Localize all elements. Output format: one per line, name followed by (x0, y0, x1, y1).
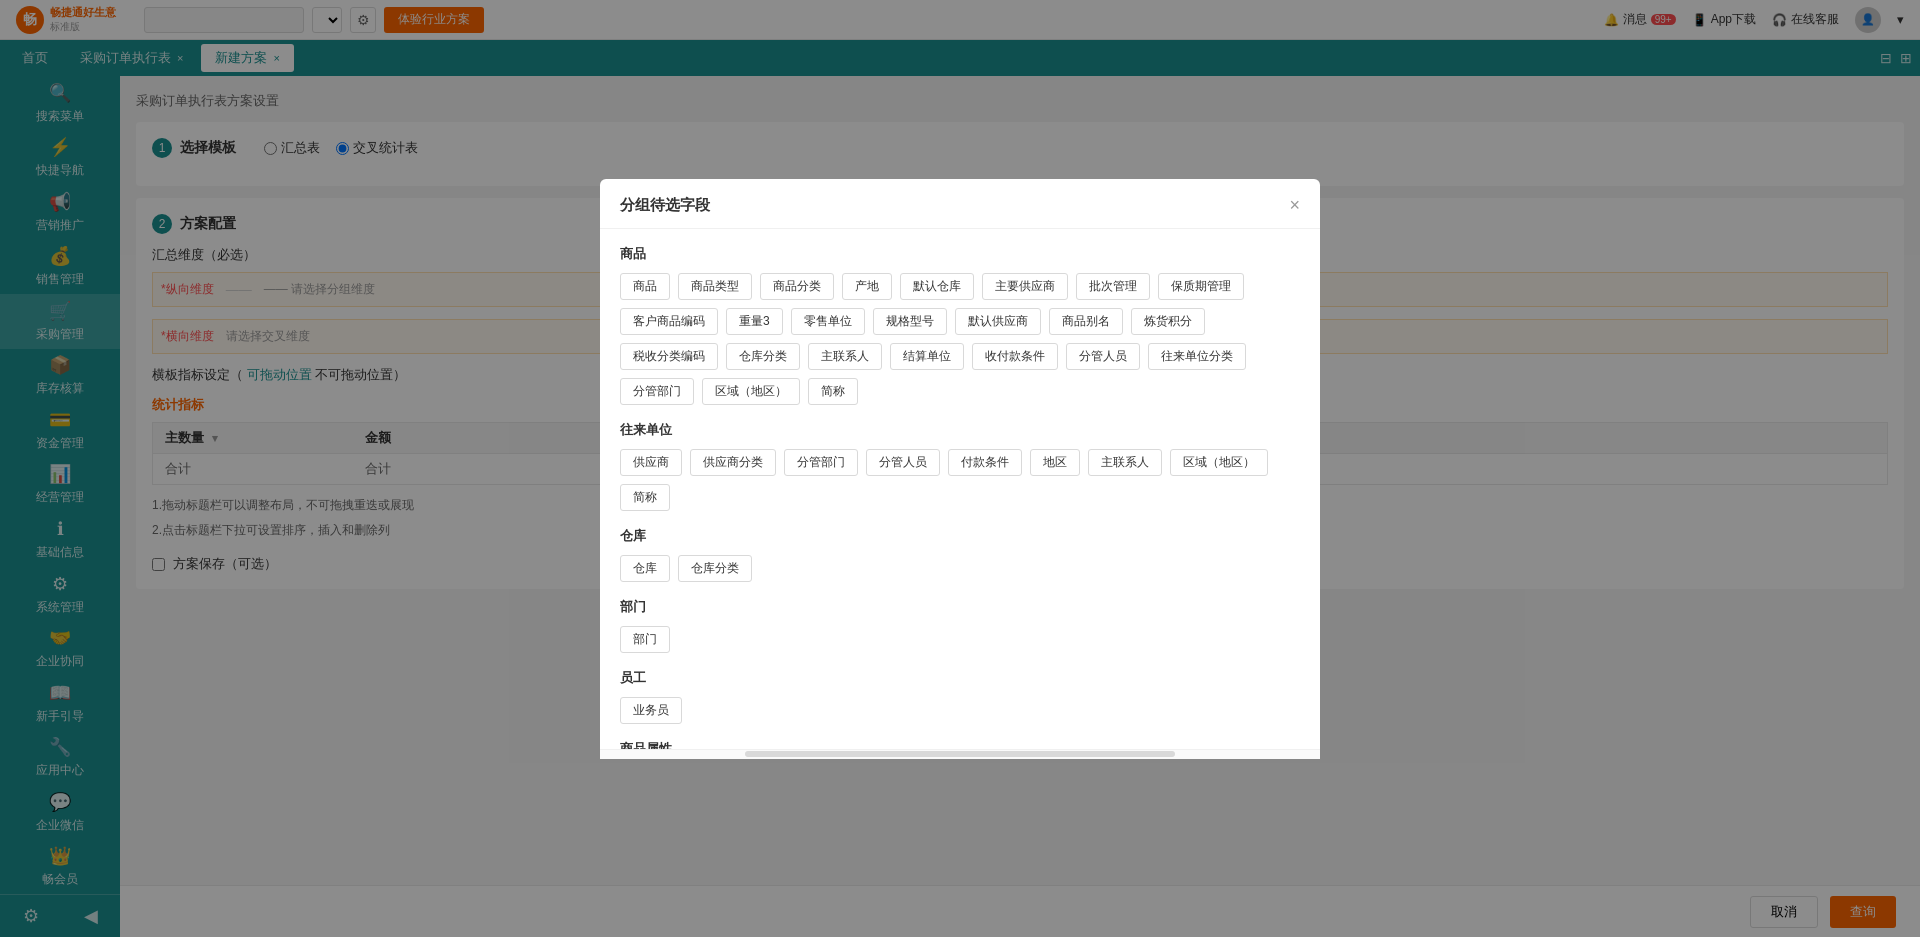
field-tag[interactable]: 批次管理 (1076, 273, 1150, 300)
field-tag[interactable]: 付款条件 (948, 449, 1022, 476)
field-tags: 仓库仓库分类 (620, 555, 1300, 582)
modal-dialog: 分组待选字段 × 商品商品商品类型商品分类产地默认仓库主要供应商批次管理保质期管… (600, 179, 1320, 759)
field-tag[interactable]: 区域（地区） (702, 378, 800, 405)
field-section-仓库: 仓库仓库仓库分类 (620, 527, 1300, 582)
field-tags: 商品商品类型商品分类产地默认仓库主要供应商批次管理保质期管理客户商品编码重量3 零… (620, 273, 1300, 405)
field-tag[interactable]: 区域（地区） (1170, 449, 1268, 476)
field-tag[interactable]: 简称 (620, 484, 670, 511)
field-tag[interactable]: 零售单位 (791, 308, 865, 335)
field-tag[interactable]: 主联系人 (1088, 449, 1162, 476)
field-tag[interactable]: 产地 (842, 273, 892, 300)
field-tags: 部门 (620, 626, 1300, 653)
field-section-商品: 商品商品商品类型商品分类产地默认仓库主要供应商批次管理保质期管理客户商品编码重量… (620, 245, 1300, 405)
scrollbar-thumb (745, 751, 1175, 757)
field-tag[interactable]: 默认仓库 (900, 273, 974, 300)
field-tag[interactable]: 仓库 (620, 555, 670, 582)
field-tag[interactable]: 商品 (620, 273, 670, 300)
modal-title: 分组待选字段 (620, 196, 710, 215)
field-tag[interactable]: 税收分类编码 (620, 343, 718, 370)
field-section-部门: 部门部门 (620, 598, 1300, 653)
field-tag[interactable]: 商品类型 (678, 273, 752, 300)
field-tag[interactable]: 收付款条件 (972, 343, 1058, 370)
field-tag[interactable]: 主联系人 (808, 343, 882, 370)
modal-body: 商品商品商品类型商品分类产地默认仓库主要供应商批次管理保质期管理客户商品编码重量… (600, 229, 1320, 749)
field-tag[interactable]: 炼货积分 (1131, 308, 1205, 335)
field-tag[interactable]: 往来单位分类 (1148, 343, 1246, 370)
field-tag[interactable]: 商品别名 (1049, 308, 1123, 335)
modal-overlay[interactable]: 分组待选字段 × 商品商品商品类型商品分类产地默认仓库主要供应商批次管理保质期管… (0, 0, 1920, 937)
field-tag[interactable]: 分管人员 (1066, 343, 1140, 370)
field-tag[interactable]: 仓库分类 (678, 555, 752, 582)
field-tag[interactable]: 客户商品编码 (620, 308, 718, 335)
field-section-title: 部门 (620, 598, 1300, 616)
field-tag[interactable]: 规格型号 (873, 308, 947, 335)
field-tag[interactable]: 供应商 (620, 449, 682, 476)
field-tags: 业务员 (620, 697, 1300, 724)
field-tag[interactable]: 分管人员 (866, 449, 940, 476)
field-section-title: 仓库 (620, 527, 1300, 545)
modal-horizontal-scrollbar[interactable] (600, 749, 1320, 759)
field-tag[interactable]: 重量3 (726, 308, 783, 335)
field-section-title: 商品属性 (620, 740, 1300, 749)
field-tag[interactable]: 业务员 (620, 697, 682, 724)
field-tag[interactable]: 分管部门 (620, 378, 694, 405)
field-section-商品属性: 商品属性属性颜色多规格尺码鞋码1 (620, 740, 1300, 749)
field-tag[interactable]: 仓库分类 (726, 343, 800, 370)
field-section-title: 员工 (620, 669, 1300, 687)
field-tag[interactable]: 简称 (808, 378, 858, 405)
field-tag[interactable]: 分管部门 (784, 449, 858, 476)
field-tag[interactable]: 部门 (620, 626, 670, 653)
field-tag[interactable]: 供应商分类 (690, 449, 776, 476)
field-section-title: 往来单位 (620, 421, 1300, 439)
field-section-员工: 员工业务员 (620, 669, 1300, 724)
modal-close-button[interactable]: × (1289, 195, 1300, 216)
field-tag[interactable]: 主要供应商 (982, 273, 1068, 300)
field-tags: 供应商供应商分类分管部门分管人员付款条件地区主联系人区域（地区） 简称 (620, 449, 1300, 511)
field-tag[interactable]: 默认供应商 (955, 308, 1041, 335)
field-section-title: 商品 (620, 245, 1300, 263)
field-section-往来单位: 往来单位供应商供应商分类分管部门分管人员付款条件地区主联系人区域（地区） 简称 (620, 421, 1300, 511)
field-tag[interactable]: 地区 (1030, 449, 1080, 476)
field-tag[interactable]: 保质期管理 (1158, 273, 1244, 300)
modal-header: 分组待选字段 × (600, 179, 1320, 229)
field-tag[interactable]: 结算单位 (890, 343, 964, 370)
field-tag[interactable]: 商品分类 (760, 273, 834, 300)
